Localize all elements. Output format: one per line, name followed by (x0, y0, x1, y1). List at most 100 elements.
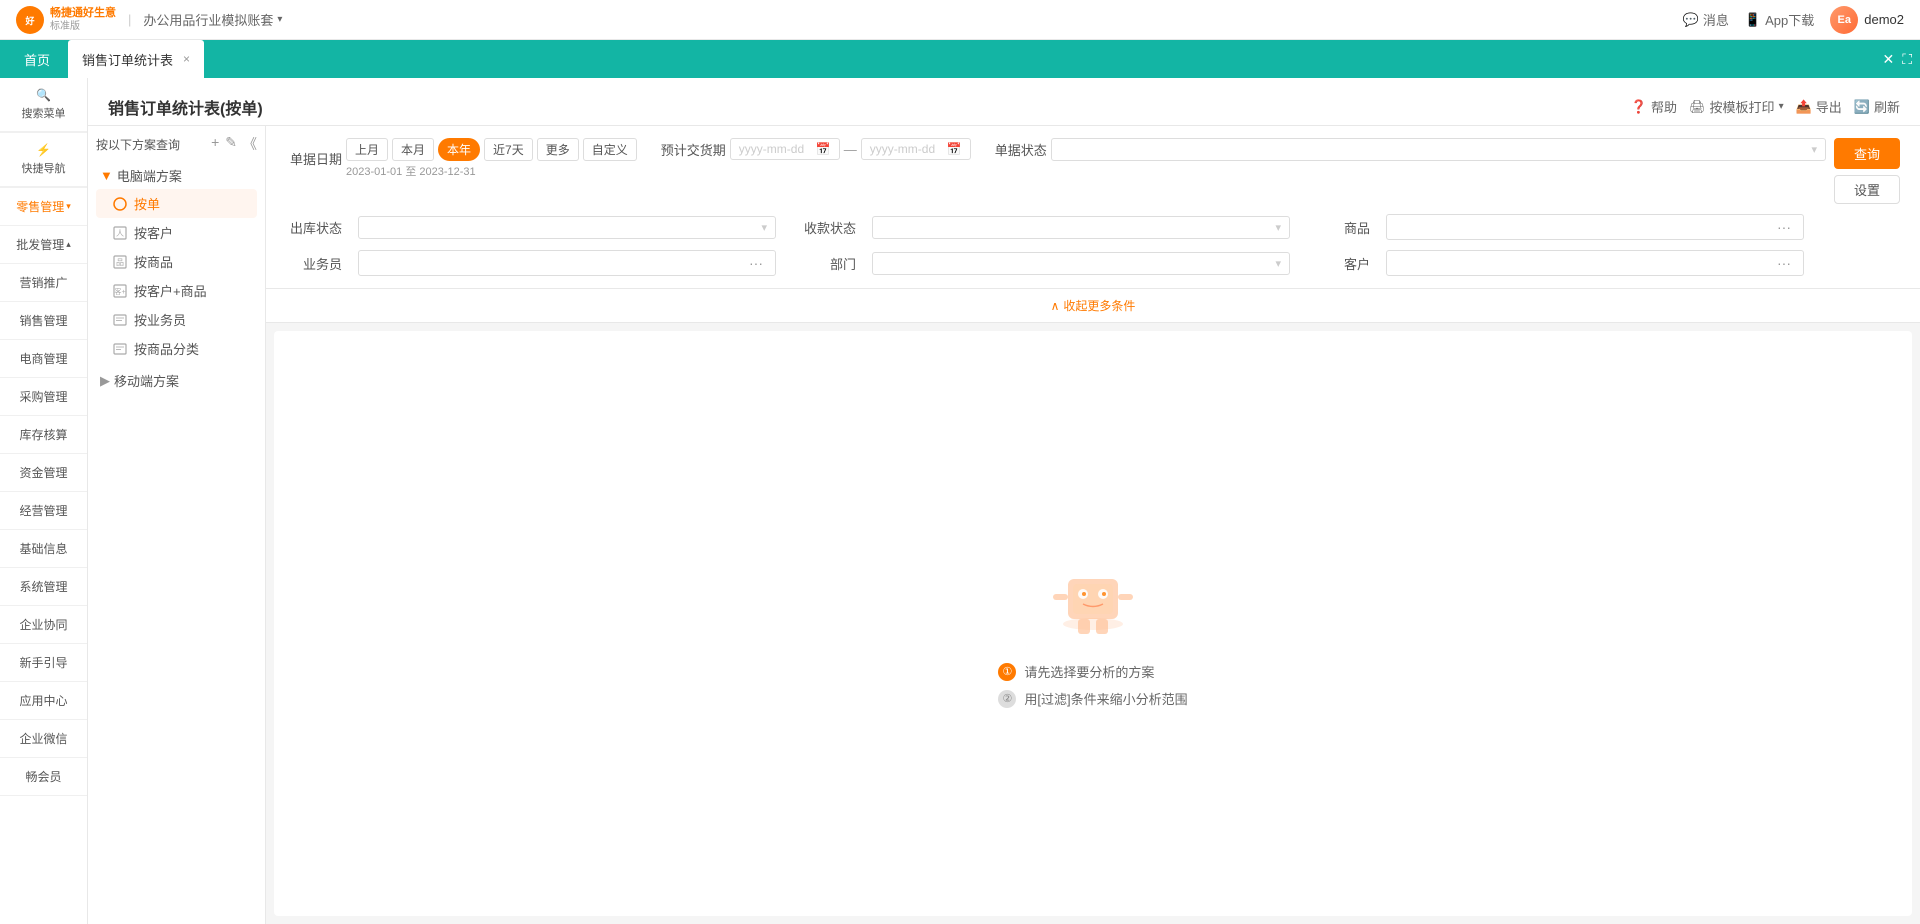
sidebar-item-inventory[interactable]: 库存核算 (0, 416, 87, 454)
page-selector[interactable]: 办公用品行业模拟账套 ▾ (143, 10, 282, 29)
content-area: 销售订单统计表(按单) ❓ 帮助 🖨 按模板打印 ▾ 📤 导出 🔄 刷新 (88, 78, 1920, 924)
sidebar-shortcut[interactable]: ⚡ 快捷导航 (0, 133, 87, 188)
search-icon: 🔍 (36, 88, 51, 102)
customer-product-icon: 客+ (112, 283, 128, 299)
doc-status-label: 单据状态 (995, 140, 1047, 159)
tab-close-icon[interactable]: × (183, 52, 190, 66)
shipment-status-select[interactable]: ▾ (358, 216, 776, 239)
customer-input[interactable]: ··· (1386, 250, 1804, 276)
sidebar-item-collab[interactable]: 企业协同 (0, 606, 87, 644)
svg-text:人: 人 (116, 229, 124, 238)
customer-icon: 人 (112, 225, 128, 241)
main-layout: 🔍 搜索菜单 ⚡ 快捷导航 零售管理 ▾ 批发管理 ▴ 营销推广 销售管理 电商… (0, 78, 1920, 924)
tab-bar-right: ✕ ⛶ (1882, 51, 1912, 68)
product-icon: 品 (112, 254, 128, 270)
scheme-category-header-mobile[interactable]: ▶ 移动端方案 (96, 367, 257, 394)
date-btn-last7[interactable]: 近7天 (484, 138, 533, 161)
chevron-down-icon: ▾ (1811, 143, 1817, 156)
sidebar-item-basic[interactable]: 基础信息 (0, 530, 87, 568)
scheme-item-by-salesperson[interactable]: 按业务员 (96, 305, 257, 334)
date-btn-custom[interactable]: 自定义 (583, 138, 637, 161)
avatar: Ea (1830, 6, 1858, 34)
scheme-panel: 按以下方案查询 + ✎ 《 ▼ 电脑端方案 (88, 126, 266, 924)
sidebar-item-wechat[interactable]: 企业微信 (0, 720, 87, 758)
date-btn-this-month[interactable]: 本月 (392, 138, 434, 161)
sidebar-item-sales[interactable]: 销售管理 (0, 302, 87, 340)
scheme-panel-header: 按以下方案查询 + ✎ 《 (96, 134, 257, 154)
scheme-mobile-category: ▶ 移动端方案 (96, 367, 257, 394)
page-header-actions: ❓ 帮助 🖨 按模板打印 ▾ 📤 导出 🔄 刷新 (1631, 97, 1900, 116)
edit-scheme-icon[interactable]: ✎ (225, 134, 237, 154)
page-title: 销售订单统计表(按单) (108, 95, 263, 119)
date-btn-this-year[interactable]: 本年 (438, 138, 480, 161)
sidebar-item-appcenter[interactable]: 应用中心 (0, 682, 87, 720)
sidebar-item-system[interactable]: 系统管理 (0, 568, 87, 606)
customer-label: 客户 (1314, 254, 1370, 273)
doc-status-select[interactable]: ▾ (1051, 138, 1826, 161)
tab-home[interactable]: 首页 (8, 40, 66, 78)
refresh-btn[interactable]: 🔄 刷新 (1854, 97, 1900, 116)
collapse-up-icon: ∧ (1051, 299, 1060, 313)
window-close-icon[interactable]: ✕ (1882, 51, 1894, 68)
query-btn[interactable]: 查询 (1834, 138, 1900, 169)
print-chevron-icon: ▾ (1779, 101, 1784, 112)
scheme-item-by-category[interactable]: 按商品分类 (96, 334, 257, 363)
message-btn[interactable]: 💬 消息 (1683, 10, 1729, 29)
sidebar-item-member[interactable]: 畅会员 (0, 758, 87, 796)
tab-sales-order-stats[interactable]: 销售订单统计表 × (68, 40, 204, 78)
sidebar-item-operation[interactable]: 经营管理 (0, 492, 87, 530)
sidebar-item-ecommerce[interactable]: 电商管理 (0, 340, 87, 378)
message-icon: 💬 (1683, 12, 1699, 28)
sidebar-item-retail[interactable]: 零售管理 ▾ (0, 188, 87, 226)
calendar-end-icon: 📅 (947, 142, 962, 156)
top-header: 好 畅捷通好生意 标准版 | 办公用品行业模拟账套 ▾ 💬 消息 📱 App下载… (0, 0, 1920, 40)
salesperson-dots-icon[interactable]: ··· (745, 255, 767, 271)
split-view: 按以下方案查询 + ✎ 《 ▼ 电脑端方案 (88, 126, 1920, 924)
window-maximize-icon[interactable]: ⛶ (1902, 51, 1912, 68)
sidebar-search[interactable]: 🔍 搜索菜单 (0, 78, 87, 133)
sidebar-item-wholesale[interactable]: 批发管理 ▴ (0, 226, 87, 264)
scheme-item-by-customer[interactable]: 人 按客户 (96, 218, 257, 247)
app-download-btn[interactable]: 📱 App下载 (1745, 10, 1814, 29)
logo-text: 畅捷通好生意 标准版 (50, 6, 116, 33)
refresh-icon: 🔄 (1854, 99, 1870, 115)
salesperson-label: 业务员 (286, 254, 342, 273)
chevron-down-icon: ▾ (1275, 221, 1281, 234)
print-btn[interactable]: 🖨 按模板打印 ▾ (1689, 97, 1784, 116)
filter-row-2: 出库状态 ▾ 收款状态 ▾ 商品 ··· (286, 214, 1900, 240)
sidebar-item-finance[interactable]: 资金管理 (0, 454, 87, 492)
empty-illustration (1043, 539, 1143, 642)
goods-input[interactable]: ··· (1386, 214, 1804, 240)
scheme-item-by-order[interactable]: 按单 (96, 189, 257, 218)
payment-status-select[interactable]: ▾ (872, 216, 1290, 239)
date-end-input[interactable]: yyyy-mm-dd 📅 (861, 138, 971, 160)
scheme-item-by-product[interactable]: 品 按商品 (96, 247, 257, 276)
collapse-bar[interactable]: ∧ 收起更多条件 (266, 289, 1920, 323)
department-select[interactable]: ▾ (872, 252, 1290, 275)
empty-tip-1: ① 请先选择要分析的方案 (998, 662, 1187, 681)
payment-label: 收款状态 (800, 218, 856, 237)
order-icon (112, 196, 128, 212)
print-icon: 🖨 (1689, 99, 1706, 115)
goods-dots-icon[interactable]: ··· (1773, 219, 1795, 235)
date-btn-last-month[interactable]: 上月 (346, 138, 388, 161)
sidebar-item-marketing[interactable]: 营销推广 (0, 264, 87, 302)
export-btn[interactable]: 📤 导出 (1796, 97, 1842, 116)
settings-btn[interactable]: 设置 (1834, 175, 1900, 204)
filter-section: 单据日期 上月 本月 本年 近7天 更多 自定义 20 (266, 126, 1920, 289)
sidebar-item-purchase[interactable]: 采购管理 (0, 378, 87, 416)
date-btn-more[interactable]: 更多 (537, 138, 579, 161)
header-right: 💬 消息 📱 App下载 Ea demo2 (1683, 6, 1904, 34)
scheme-category-header-desktop[interactable]: ▼ 电脑端方案 (96, 162, 257, 189)
salesperson-input[interactable]: ··· (358, 250, 776, 276)
add-scheme-icon[interactable]: + (211, 134, 219, 154)
scheme-item-by-customer-product[interactable]: 客+ 按客户+商品 (96, 276, 257, 305)
date-start-input[interactable]: yyyy-mm-dd 📅 (730, 138, 840, 160)
sidebar-item-newbie[interactable]: 新手引导 (0, 644, 87, 682)
collapse-scheme-icon[interactable]: 《 (243, 134, 257, 154)
help-btn[interactable]: ❓ 帮助 (1631, 97, 1677, 116)
page-header: 销售订单统计表(按单) ❓ 帮助 🖨 按模板打印 ▾ 📤 导出 🔄 刷新 (88, 78, 1920, 126)
user-area[interactable]: Ea demo2 (1830, 6, 1904, 34)
customer-dots-icon[interactable]: ··· (1773, 255, 1795, 271)
logo-icon: 好 (16, 6, 44, 34)
